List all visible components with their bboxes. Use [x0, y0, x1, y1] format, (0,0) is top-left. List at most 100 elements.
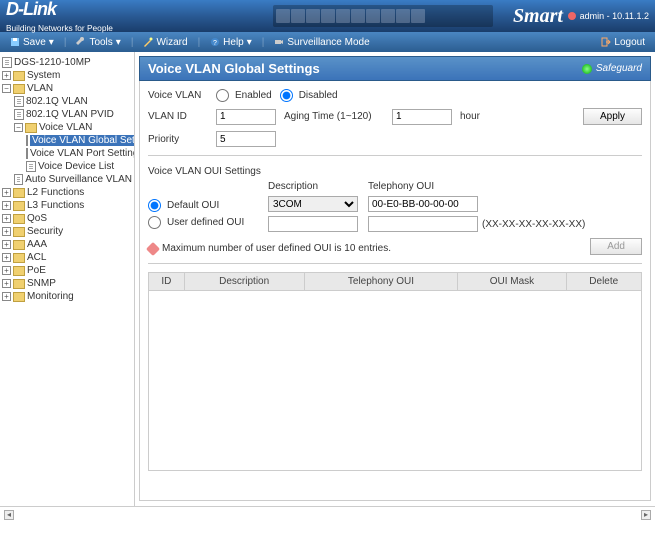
product-label: Smart [513, 5, 563, 28]
tel-default-input[interactable] [368, 196, 478, 212]
safeguard-badge: Safeguard [582, 63, 642, 74]
tree-l3[interactable]: L3 Functions [27, 200, 84, 211]
tree-l2[interactable]: L2 Functions [27, 187, 84, 198]
collapse-icon[interactable]: − [14, 123, 23, 132]
app-header: D-Link Building Networks for People Smar… [0, 0, 655, 32]
col-mask: OUI Mask [458, 273, 566, 291]
admin-info: admin - 10.11.1.2 [568, 11, 649, 21]
enabled-label: Enabled [235, 90, 272, 101]
expand-icon[interactable]: + [2, 214, 11, 223]
tree-voice-port[interactable]: Voice VLAN Port Settings [30, 148, 135, 159]
expand-icon[interactable]: + [2, 71, 11, 80]
expand-icon[interactable]: + [2, 240, 11, 249]
switch-graphic [273, 5, 493, 27]
help-icon: ? [210, 37, 220, 47]
tree-voice-device[interactable]: Voice Device List [38, 161, 114, 172]
page-icon [14, 174, 23, 185]
folder-icon [13, 240, 25, 250]
expand-icon[interactable]: + [2, 266, 11, 275]
save-menu[interactable]: Save▾ [6, 35, 58, 50]
max-note: Maximum number of user defined OUI is 10… [148, 243, 391, 254]
tree-root[interactable]: DGS-1210-10MP [2, 56, 132, 69]
tree-8021q-vlan[interactable]: 802.1Q VLAN [26, 96, 88, 107]
tree-voice-global[interactable]: Voice VLAN Global Settings [30, 135, 135, 146]
footer-bar: ◂ ▸ [0, 506, 655, 522]
collapse-icon[interactable]: − [2, 84, 11, 93]
expand-icon[interactable]: + [2, 253, 11, 262]
folder-icon [13, 71, 25, 81]
user-oui-label: User defined OUI [167, 217, 244, 228]
tree-qos[interactable]: QoS [27, 213, 47, 224]
tools-menu[interactable]: Tools▾ [72, 35, 124, 50]
col-delete: Delete [566, 273, 642, 291]
top-toolbar: Save▾ | Tools▾ | Wizard | ? Help▾ | Surv… [0, 32, 655, 52]
tree-monitoring[interactable]: Monitoring [27, 291, 74, 302]
tree-snmp[interactable]: SNMP [27, 278, 56, 289]
nav-sidebar: DGS-1210-10MP + System − VLAN 802.1Q VLAN … [0, 52, 135, 506]
user-oui-radio[interactable] [148, 216, 161, 229]
warning-icon [146, 241, 160, 255]
folder-icon [13, 279, 25, 289]
brand-logo: D-Link Building Networks for People [6, 0, 113, 33]
tree-security[interactable]: Security [27, 226, 63, 237]
scroll-right-button[interactable]: ▸ [641, 510, 651, 520]
folder-icon [13, 201, 25, 211]
content-area: Voice VLAN Global Settings Safeguard Voi… [135, 52, 655, 506]
desc-col-label: Description [268, 181, 358, 192]
tree-8021q-pvid[interactable]: 802.1Q VLAN PVID [26, 109, 114, 120]
page-icon [26, 161, 36, 172]
folder-icon [13, 266, 25, 276]
col-id: ID [149, 273, 185, 291]
tree-vlan[interactable]: VLAN [27, 83, 53, 94]
tree-system[interactable]: System [27, 70, 60, 81]
add-button[interactable]: Add [590, 238, 642, 255]
disabled-label: Disabled [299, 90, 338, 101]
default-oui-radio[interactable] [148, 199, 161, 212]
svg-text:?: ? [213, 40, 217, 47]
col-tel: Telephony OUI [304, 273, 458, 291]
priority-input[interactable] [216, 131, 276, 147]
vlan-id-input[interactable] [216, 109, 276, 125]
vlan-id-label: VLAN ID [148, 111, 208, 122]
wizard-button[interactable]: Wizard [139, 35, 191, 50]
device-icon [2, 57, 12, 68]
voice-vlan-label: Voice VLAN [148, 90, 208, 101]
expand-icon[interactable]: + [2, 227, 11, 236]
tree-acl[interactable]: ACL [27, 252, 46, 263]
tel-user-input[interactable] [368, 216, 478, 232]
shield-icon [582, 64, 592, 74]
tree-voice-vlan[interactable]: Voice VLAN [39, 122, 92, 133]
tree-auto-surveillance[interactable]: Auto Surveillance VLAN [25, 174, 132, 185]
expand-icon[interactable]: + [2, 292, 11, 301]
enabled-radio[interactable] [216, 89, 229, 102]
apply-button[interactable]: Apply [583, 108, 642, 125]
aging-input[interactable] [392, 109, 452, 125]
page-icon [26, 135, 28, 146]
help-menu[interactable]: ? Help▾ [206, 35, 256, 50]
folder-icon [13, 188, 25, 198]
scroll-left-button[interactable]: ◂ [4, 510, 14, 520]
tree-poe[interactable]: PoE [27, 265, 46, 276]
folder-icon [25, 123, 37, 133]
folder-icon [13, 84, 25, 94]
camera-icon [274, 37, 284, 47]
aging-label: Aging Time (1~120) [284, 111, 384, 122]
wrench-icon [76, 37, 86, 47]
aging-unit: hour [460, 111, 480, 122]
folder-icon [13, 214, 25, 224]
expand-icon[interactable]: + [2, 279, 11, 288]
surveillance-button[interactable]: Surveillance Mode [270, 35, 373, 50]
expand-icon[interactable]: + [2, 188, 11, 197]
desc-user-input[interactable] [268, 216, 358, 232]
disabled-radio[interactable] [280, 89, 293, 102]
panel-title: Voice VLAN Global Settings Safeguard [139, 56, 651, 81]
tree-aaa[interactable]: AAA [27, 239, 47, 250]
col-desc: Description [184, 273, 304, 291]
desc-select[interactable]: 3COM [268, 196, 358, 212]
wand-icon [143, 37, 153, 47]
logout-button[interactable]: Logout [597, 35, 649, 50]
expand-icon[interactable]: + [2, 201, 11, 210]
page-icon [26, 148, 28, 159]
folder-icon [13, 292, 25, 302]
oui-section-title: Voice VLAN OUI Settings [148, 166, 642, 177]
